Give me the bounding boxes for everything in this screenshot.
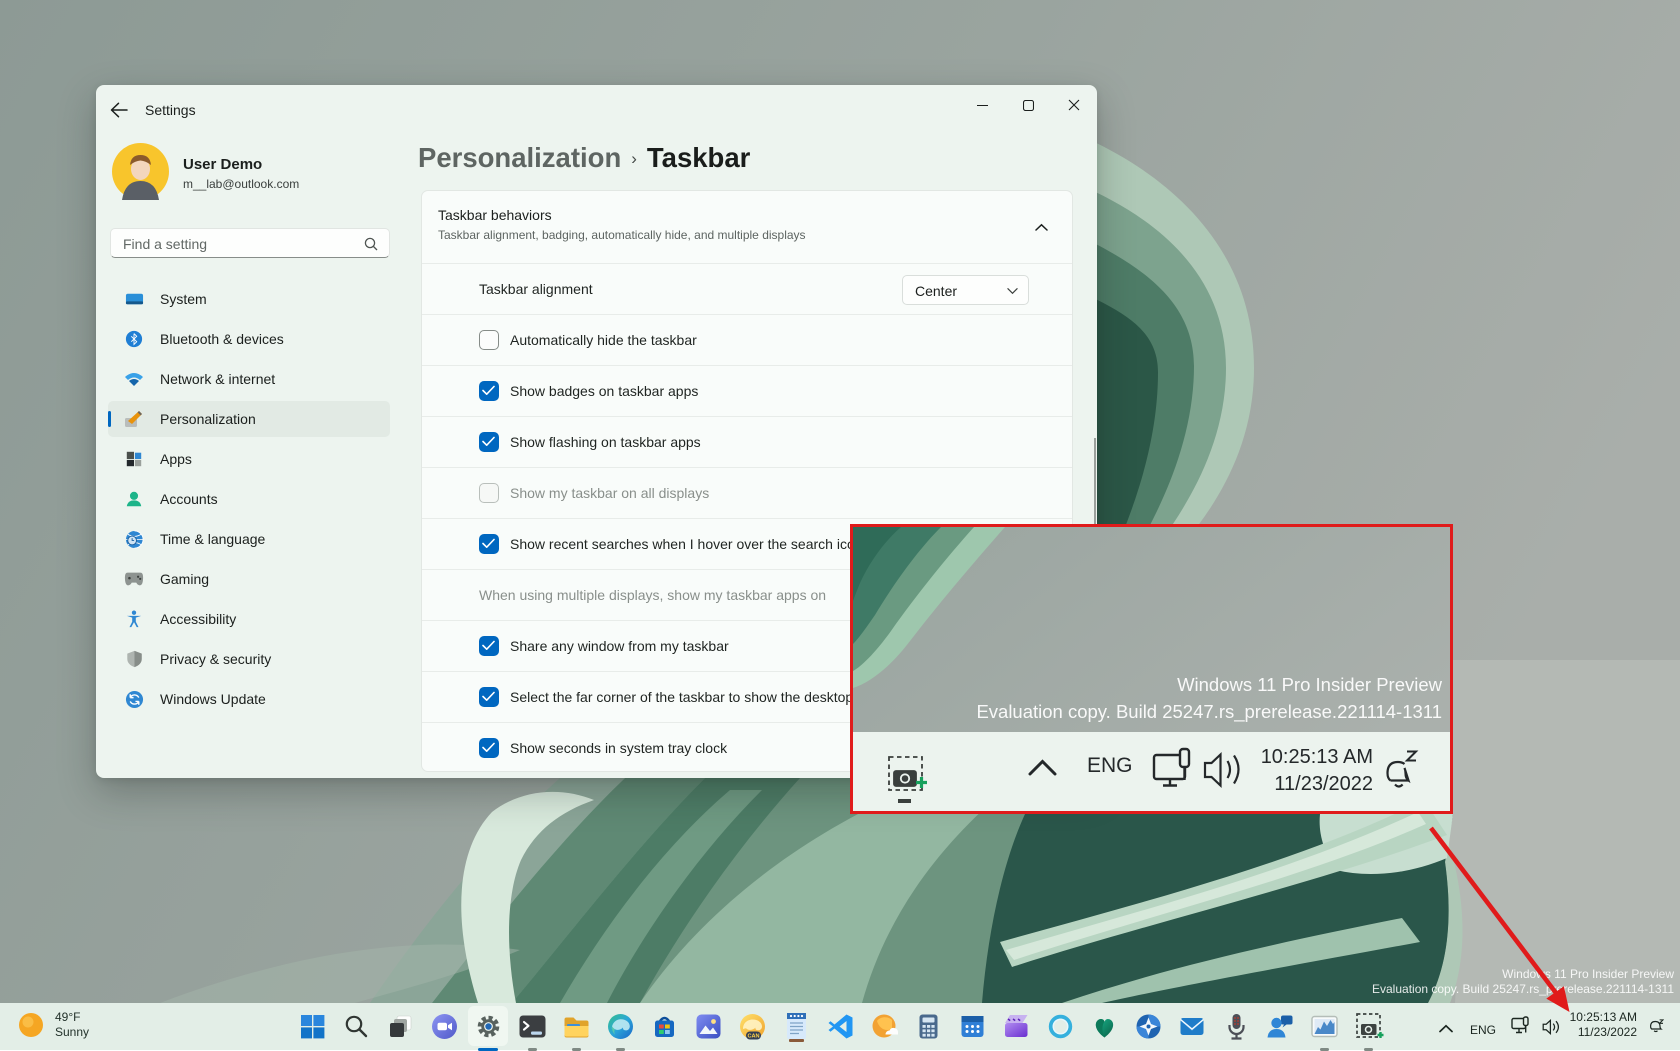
svg-text:CAN: CAN [747,1033,759,1039]
